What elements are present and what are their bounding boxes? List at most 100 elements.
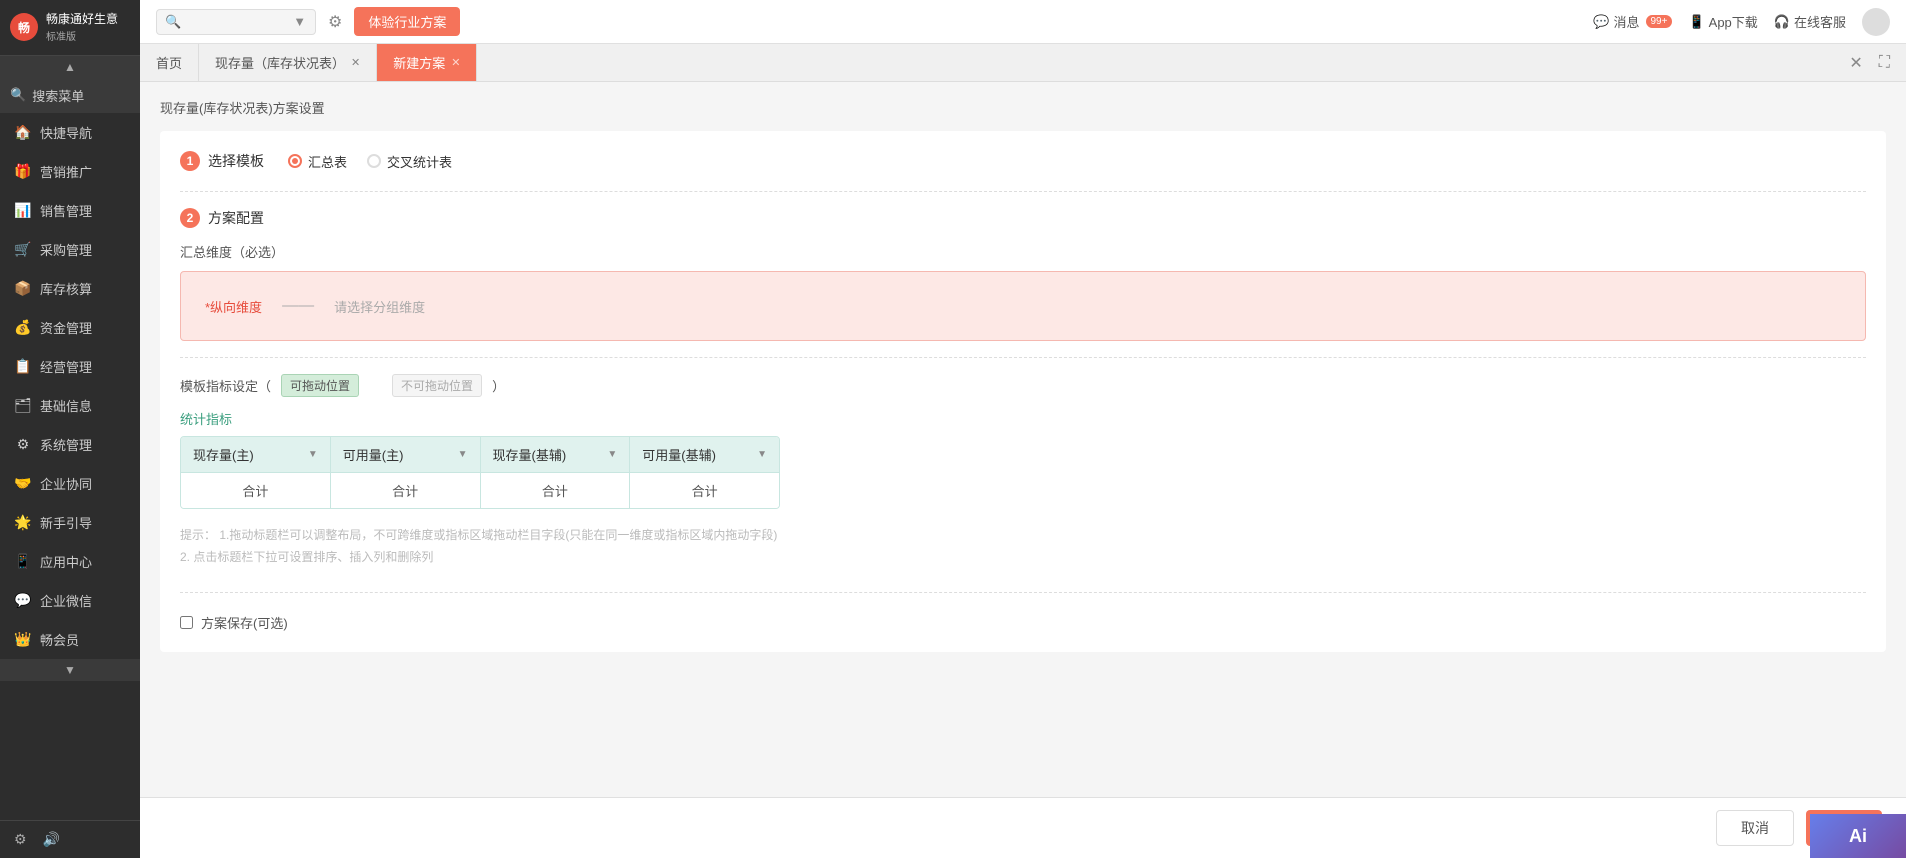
draggable-badge: 可拖动位置: [281, 374, 359, 397]
stat-cell-2: 合计: [481, 473, 631, 508]
sidebar-item-label: 畅会员: [40, 630, 79, 649]
online-service-label: 在线客服: [1794, 12, 1846, 31]
settings-bottom-icon[interactable]: ⚙: [14, 831, 27, 848]
step2-num: 2: [180, 208, 200, 228]
stat-col-0-label: 现存量(主): [193, 445, 254, 464]
app-name: 畅康通好生意: [46, 12, 118, 28]
step1-num: 1: [180, 151, 200, 171]
sidebar-item-quick-nav[interactable]: 🏠 快捷导航: [0, 113, 140, 152]
sidebar-item-new-guide[interactable]: 🌟 新手引导: [0, 503, 140, 542]
indicator-settings-prefix: 模板指标设定（: [180, 376, 271, 395]
col-2-chevron-icon[interactable]: ▼: [607, 449, 617, 460]
message-label: 消息: [1613, 12, 1639, 31]
dimension-required-mark: *纵向维度: [205, 297, 262, 316]
tip-0: 1.拖动标题栏可以调整布局，不可跨维度或指标区域拖动栏目字段(只能在同一维度或指…: [219, 528, 777, 542]
stat-table: 现存量(主) ▼ 可用量(主) ▼ 现存量(基辅) ▼ 可用量(基辅): [180, 436, 780, 509]
sidebar-item-wechat[interactable]: 💬 企业微信: [0, 581, 140, 620]
tab-actions: ✕ ⛶: [1845, 51, 1906, 75]
stat-col-0[interactable]: 现存量(主) ▼: [181, 437, 331, 472]
tab-new-scheme-close[interactable]: ✕: [451, 56, 460, 69]
sidebar-item-operations[interactable]: 📋 经营管理: [0, 347, 140, 386]
clipboard-icon: 📋: [14, 357, 32, 375]
sidebar-item-finance[interactable]: 💰 资金管理: [0, 308, 140, 347]
cancel-button[interactable]: 取消: [1716, 810, 1794, 846]
sidebar-search-area[interactable]: 🔍 搜索菜单: [0, 78, 140, 113]
stat-indicators-label: 统计指标: [180, 409, 1866, 428]
step2-label: 方案配置: [208, 208, 264, 228]
home-icon: 🏠: [14, 123, 32, 141]
radio-cross[interactable]: 交叉统计表: [367, 152, 452, 171]
sidebar-logo: 畅 畅康通好生意 标准版: [0, 0, 140, 56]
gear-icon: ⚙: [14, 435, 32, 453]
speaker-icon[interactable]: 🔊: [43, 831, 60, 848]
money-icon: 💰: [14, 318, 32, 336]
stat-table-row-0: 合计 合计 合计 合计: [181, 472, 779, 508]
sidebar-item-label: 库存核算: [40, 279, 92, 298]
dimension-arrow: ——: [282, 297, 314, 315]
topbar-search-box[interactable]: 🔍 ▼: [156, 9, 316, 35]
tips-section: 提示： 1.拖动标题栏可以调整布局，不可跨维度或指标区域拖动栏目字段(只能在同一…: [180, 525, 1866, 568]
tab-home[interactable]: 首页: [140, 44, 199, 81]
sidebar-search-label: 搜索菜单: [32, 86, 84, 105]
sidebar-scroll-up[interactable]: ▲: [0, 56, 140, 78]
col-0-chevron-icon[interactable]: ▼: [308, 449, 318, 460]
sidebar-item-basic-info[interactable]: 🗂 基础信息: [0, 386, 140, 425]
user-avatar[interactable]: [1862, 8, 1890, 36]
stat-col-1-label: 可用量(主): [343, 445, 404, 464]
save-checkbox[interactable]: [180, 616, 193, 629]
indicator-settings-suffix: ）: [492, 376, 505, 395]
topbar-app-download[interactable]: 📱 App下载: [1688, 12, 1757, 31]
topbar-search-dropdown[interactable]: ▼: [293, 14, 306, 29]
topbar: 🔍 ▼ ⚙ 体验行业方案 💬 消息 99+ 📱 App下载 🎧 在线客服: [140, 0, 1906, 44]
topbar-settings-icon[interactable]: ⚙: [328, 12, 342, 32]
tab-expand-btn[interactable]: ⛶: [1875, 52, 1894, 74]
stat-cell-3: 合计: [630, 473, 779, 508]
sidebar-item-enterprise[interactable]: 🤝 企业协同: [0, 464, 140, 503]
step1-section: 1 选择模板 汇总表 交叉统计表: [180, 151, 1866, 171]
topbar-online-service[interactable]: 🎧 在线客服: [1774, 12, 1846, 31]
fixed-badge: 不可拖动位置: [392, 374, 482, 397]
sidebar-item-purchase[interactable]: 🛒 采购管理: [0, 230, 140, 269]
handshake-icon: 🤝: [14, 474, 32, 492]
stat-col-3[interactable]: 可用量(基辅) ▼: [630, 437, 779, 472]
topbar-search-input[interactable]: [185, 15, 285, 29]
sidebar-item-label: 经营管理: [40, 357, 92, 376]
topbar-message[interactable]: 💬 消息 99+: [1593, 12, 1672, 31]
stat-col-3-label: 可用量(基辅): [642, 445, 716, 464]
stat-col-2-label: 现存量(基辅): [493, 445, 567, 464]
aggregate-dim-label: 汇总维度（必选）: [180, 242, 1866, 261]
tab-inventory-close[interactable]: ✕: [351, 56, 360, 69]
tab-new-scheme[interactable]: 新建方案 ✕: [377, 44, 477, 81]
tab-close-all-btn[interactable]: ✕: [1845, 51, 1866, 75]
stat-cell-0: 合计: [181, 473, 331, 508]
industry-btn[interactable]: 体验行业方案: [354, 7, 460, 36]
sidebar-item-label: 基础信息: [40, 396, 92, 415]
sidebar-item-label: 采购管理: [40, 240, 92, 259]
sidebar-item-sales[interactable]: 📊 销售管理: [0, 191, 140, 230]
radio-summary-label: 汇总表: [308, 152, 347, 171]
stat-col-2[interactable]: 现存量(基辅) ▼: [481, 437, 631, 472]
tab-inventory-status[interactable]: 现存量（库存状况表） ✕: [199, 44, 377, 81]
dimension-selector[interactable]: *纵向维度 —— 请选择分组维度: [180, 271, 1866, 341]
chart-icon: 📊: [14, 201, 32, 219]
tab-inventory-label: 现存量（库存状况表）: [215, 53, 345, 72]
col-3-chevron-icon[interactable]: ▼: [757, 449, 767, 460]
step1-label: 选择模板: [208, 151, 264, 171]
sidebar-item-system[interactable]: ⚙ 系统管理: [0, 425, 140, 464]
col-1-chevron-icon[interactable]: ▼: [458, 449, 468, 460]
step2-section: 2 方案配置 汇总维度（必选） *纵向维度 —— 请选择分组维度 模板指标设定（…: [180, 208, 1866, 568]
sidebar-item-inventory[interactable]: 📦 库存核算: [0, 269, 140, 308]
action-bar: 取消 查询: [140, 797, 1906, 858]
sidebar-item-app-center[interactable]: 📱 应用中心: [0, 542, 140, 581]
config-panel: 1 选择模板 汇总表 交叉统计表: [160, 131, 1886, 652]
app-logo-icon: 畅: [10, 13, 38, 41]
folder-icon: 🗂: [14, 396, 32, 414]
ai-badge[interactable]: Ai: [1810, 814, 1906, 858]
divider-3: [180, 592, 1866, 593]
sidebar-scroll-down[interactable]: ▼: [0, 659, 140, 681]
sidebar-item-vip[interactable]: 👑 畅会员: [0, 620, 140, 659]
sidebar-item-marketing[interactable]: 🎁 营销推广: [0, 152, 140, 191]
sidebar-item-label: 新手引导: [40, 513, 92, 532]
radio-summary[interactable]: 汇总表: [288, 152, 347, 171]
stat-col-1[interactable]: 可用量(主) ▼: [331, 437, 481, 472]
